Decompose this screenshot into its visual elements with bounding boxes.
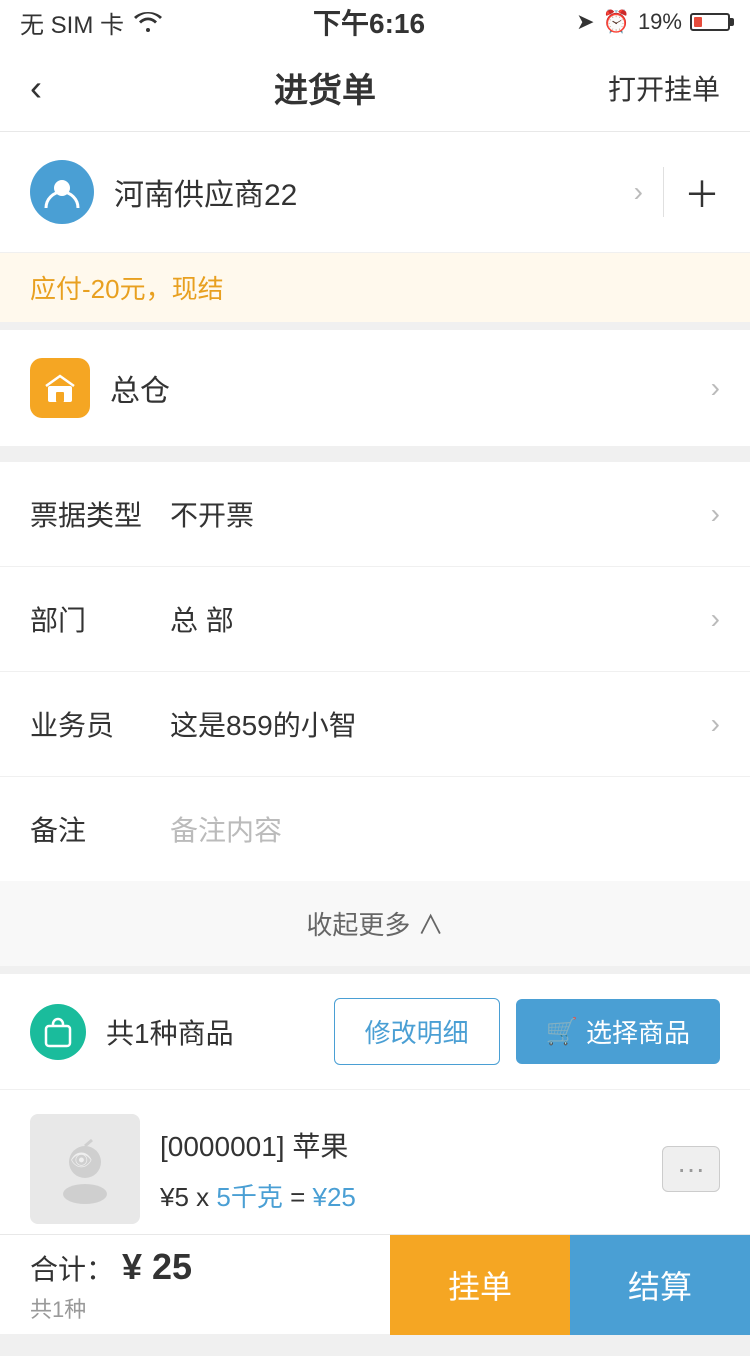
add-supplier-button[interactable]: ＋: [684, 166, 720, 218]
salesman-row[interactable]: 业务员 这是859的小智 ›: [0, 672, 750, 777]
remark-row[interactable]: 备注 备注内容: [0, 777, 750, 882]
supplier-name: 河南供应商22: [114, 170, 634, 214]
department-row[interactable]: 部门 总 部 ›: [0, 567, 750, 672]
product-header-icon: [30, 1004, 86, 1060]
warehouse-chevron-icon: ›: [711, 372, 720, 404]
remark-label: 备注: [30, 809, 170, 849]
remark-input[interactable]: 备注内容: [170, 809, 720, 849]
product-info: [0000001] 苹果 ¥5 x 5千克 = ¥25: [160, 1125, 642, 1214]
page-title: 进货单: [274, 63, 376, 112]
edit-detail-button[interactable]: 修改明细: [334, 998, 500, 1065]
invoice-label: 票据类型: [30, 494, 170, 534]
product-item: 👁 [0000001] 苹果 ¥5 x 5千克 = ¥25 ···: [0, 1090, 750, 1256]
status-carrier: 无 SIM 卡: [20, 5, 162, 40]
supplier-chevron-icon: ›: [634, 176, 643, 208]
collapse-row[interactable]: 收起更多 ∧: [0, 881, 750, 974]
wifi-icon: [134, 12, 162, 32]
shopping-bag-icon: [42, 1016, 74, 1048]
product-header: 共1种商品 修改明细 🛒 选择商品: [0, 974, 750, 1090]
user-icon: [44, 174, 80, 210]
total-amount: ¥ 25: [122, 1246, 192, 1288]
product-price: ¥5 x 5千克 = ¥25: [160, 1177, 642, 1214]
main-content: 河南供应商22 › ＋ 应付-20元，现结 总仓 › 票据类型 不开票 › 部门…: [0, 132, 750, 1356]
supplier-avatar: [30, 160, 94, 224]
footer: 合计： ¥ 25 共1种 挂单 结算: [0, 1234, 750, 1334]
back-button[interactable]: ‹: [30, 67, 42, 109]
svg-text:👁: 👁: [70, 1150, 93, 1170]
department-value: 总 部: [170, 599, 711, 639]
product-thumb-svg: 👁: [50, 1134, 120, 1204]
vertical-divider: [663, 167, 664, 217]
department-chevron-icon: ›: [711, 603, 720, 635]
product-thumbnail: 👁: [30, 1114, 140, 1224]
location-icon: ➤: [576, 9, 594, 35]
warehouse-icon: [30, 358, 90, 418]
checkout-button[interactable]: 结算: [570, 1235, 750, 1335]
warehouse-name: 总仓: [110, 366, 711, 410]
open-pending-button[interactable]: 打开挂单: [608, 68, 720, 108]
invoice-chevron-icon: ›: [711, 498, 720, 530]
cart-icon: 🛒: [546, 1016, 578, 1047]
total-count: 共1种: [30, 1292, 360, 1324]
warehouse-row[interactable]: 总仓 ›: [0, 330, 750, 454]
status-time: 下午6:16: [313, 2, 425, 42]
nav-bar: ‹ 进货单 打开挂单: [0, 44, 750, 132]
battery-icon: [690, 13, 730, 31]
warehouse-svg: [44, 372, 76, 404]
battery-pct: 19%: [638, 9, 682, 35]
select-product-button[interactable]: 🛒 选择商品: [516, 999, 720, 1064]
salesman-chevron-icon: ›: [711, 708, 720, 740]
footer-total: 合计： ¥ 25 共1种: [0, 1246, 390, 1324]
invoice-value: 不开票: [170, 494, 711, 534]
status-bar: 无 SIM 卡 下午6:16 ➤ ⏰ 19%: [0, 0, 750, 44]
department-label: 部门: [30, 599, 170, 639]
invoice-row[interactable]: 票据类型 不开票 ›: [0, 454, 750, 567]
salesman-label: 业务员: [30, 704, 170, 744]
notice-bar: 应付-20元，现结: [0, 253, 750, 330]
product-count: 共1种商品: [106, 1012, 334, 1052]
status-indicators: ➤ ⏰ 19%: [576, 9, 730, 35]
salesman-value: 这是859的小智: [170, 704, 711, 744]
alarm-icon: ⏰: [603, 9, 630, 35]
total-label: 合计：: [30, 1248, 114, 1288]
supplier-row[interactable]: 河南供应商22 › ＋: [0, 132, 750, 253]
product-more-button[interactable]: ···: [662, 1146, 720, 1192]
product-name: [0000001] 苹果: [160, 1125, 642, 1165]
supplier-section: 河南供应商22 › ＋ 应付-20元，现结: [0, 132, 750, 330]
pending-button[interactable]: 挂单: [390, 1235, 570, 1335]
